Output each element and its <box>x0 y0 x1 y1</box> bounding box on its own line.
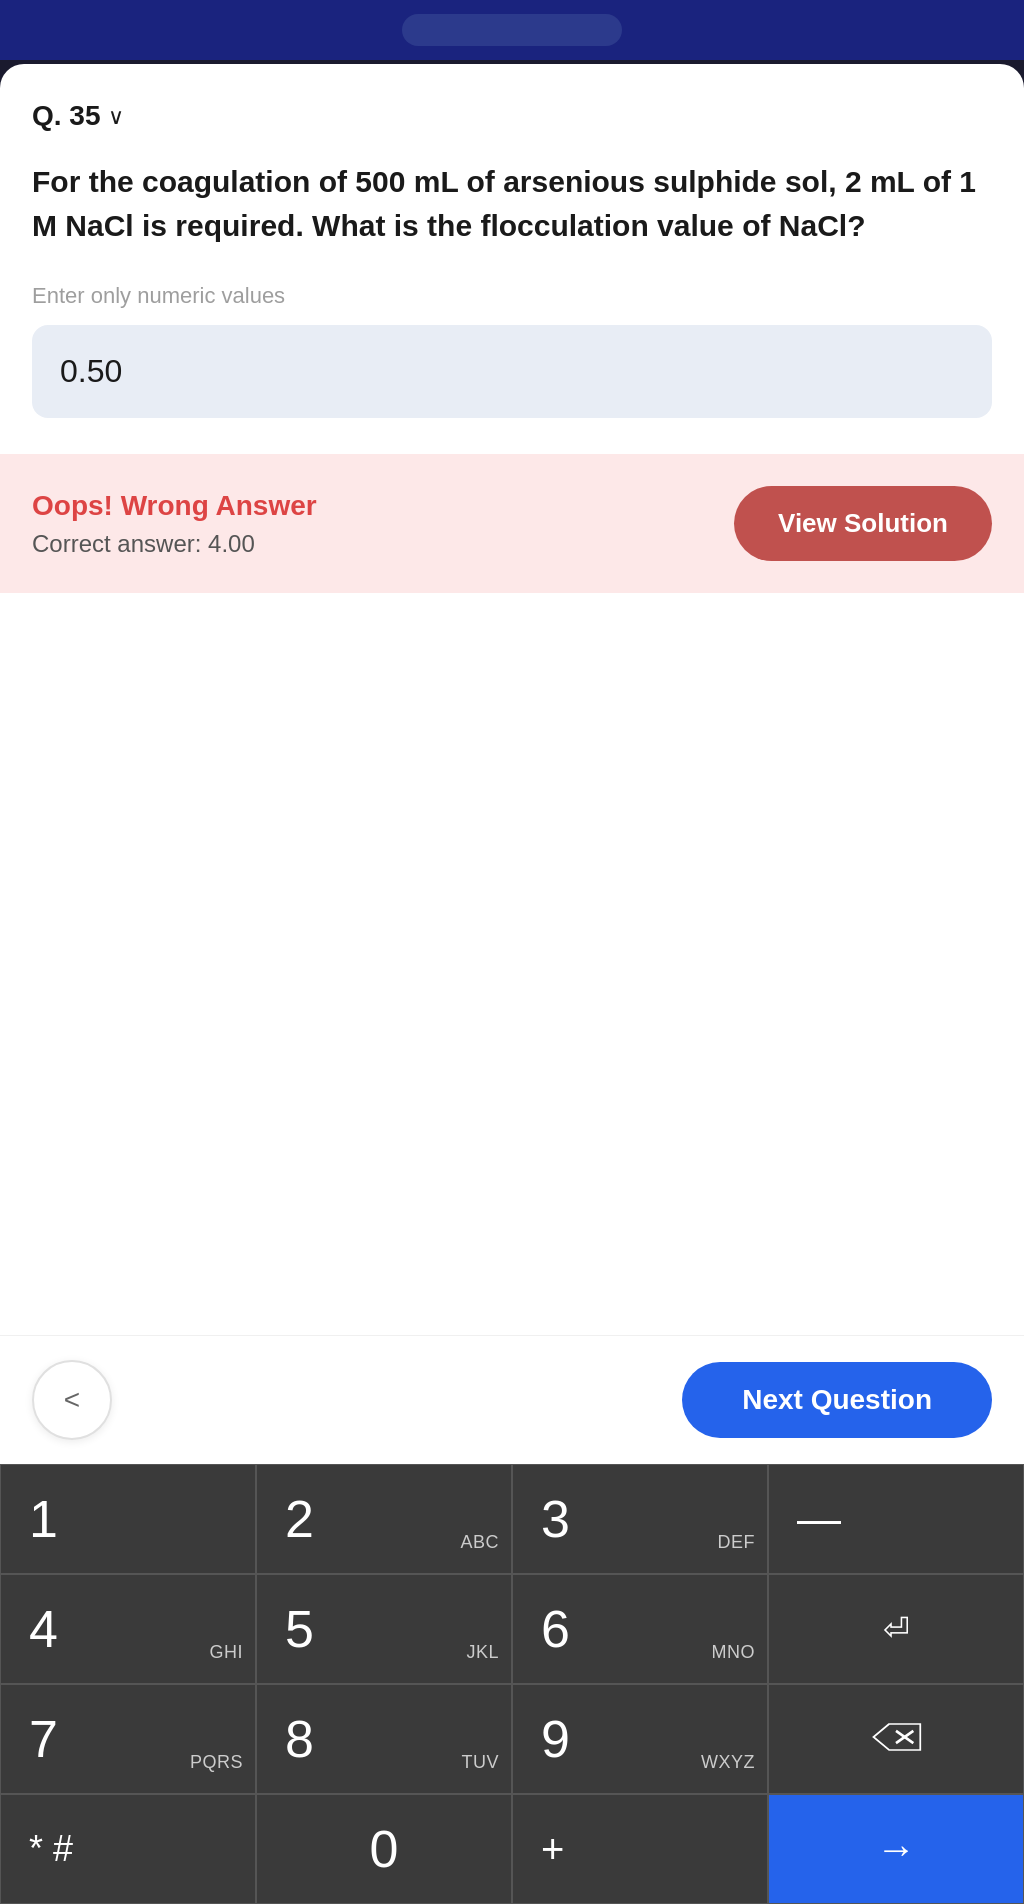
correct-answer-label: Correct answer: 4.00 <box>32 530 317 558</box>
view-solution-button[interactable]: View Solution <box>734 486 992 561</box>
key-7[interactable]: 7 PQRS <box>0 1684 256 1794</box>
question-text: For the coagulation of 500 mL of arsenio… <box>32 160 992 247</box>
key-0[interactable]: 0 <box>256 1794 512 1904</box>
backspace-icon <box>870 1717 922 1761</box>
key-minus[interactable]: — <box>768 1464 1024 1574</box>
key-backspace[interactable] <box>768 1684 1024 1794</box>
navigation-section: < Next Question <box>0 1335 1024 1464</box>
answer-input[interactable]: 0.50 <box>32 325 992 418</box>
key-4[interactable]: 4 GHI <box>0 1574 256 1684</box>
wrong-answer-label: Oops! Wrong Answer <box>32 490 317 522</box>
key-9[interactable]: 9 WXYZ <box>512 1684 768 1794</box>
key-plus[interactable]: + <box>512 1794 768 1904</box>
key-6[interactable]: 6 MNO <box>512 1574 768 1684</box>
key-3[interactable]: 3 DEF <box>512 1464 768 1574</box>
chevron-down-icon[interactable]: ∨ <box>108 104 124 130</box>
result-left: Oops! Wrong Answer Correct answer: 4.00 <box>32 490 317 558</box>
input-label: Enter only numeric values <box>32 283 992 309</box>
key-return[interactable]: ⏎ <box>768 1574 1024 1684</box>
keyboard: 1 2 ABC 3 DEF — 4 GHI 5 JKL 6 MNO ⏎ 7 PQ… <box>0 1464 1024 1904</box>
key-2[interactable]: 2 ABC <box>256 1464 512 1574</box>
key-8[interactable]: 8 TUV <box>256 1684 512 1794</box>
key-1[interactable]: 1 <box>0 1464 256 1574</box>
question-number: Q. 35 <box>32 100 100 132</box>
key-arrow-right[interactable]: → <box>768 1794 1024 1904</box>
top-bar <box>0 0 1024 60</box>
return-icon: ⏎ <box>883 1610 910 1648</box>
main-content: Q. 35 ∨ For the coagulation of 500 mL of… <box>0 64 1024 1335</box>
arrow-right-icon: → <box>876 1827 916 1872</box>
top-bar-pill <box>402 14 622 46</box>
question-header: Q. 35 ∨ <box>32 100 992 132</box>
next-question-button[interactable]: Next Question <box>682 1362 992 1438</box>
result-section: Oops! Wrong Answer Correct answer: 4.00 … <box>0 454 1024 593</box>
key-5[interactable]: 5 JKL <box>256 1574 512 1684</box>
key-star-hash[interactable]: * # <box>0 1794 256 1904</box>
back-button[interactable]: < <box>32 1360 112 1440</box>
